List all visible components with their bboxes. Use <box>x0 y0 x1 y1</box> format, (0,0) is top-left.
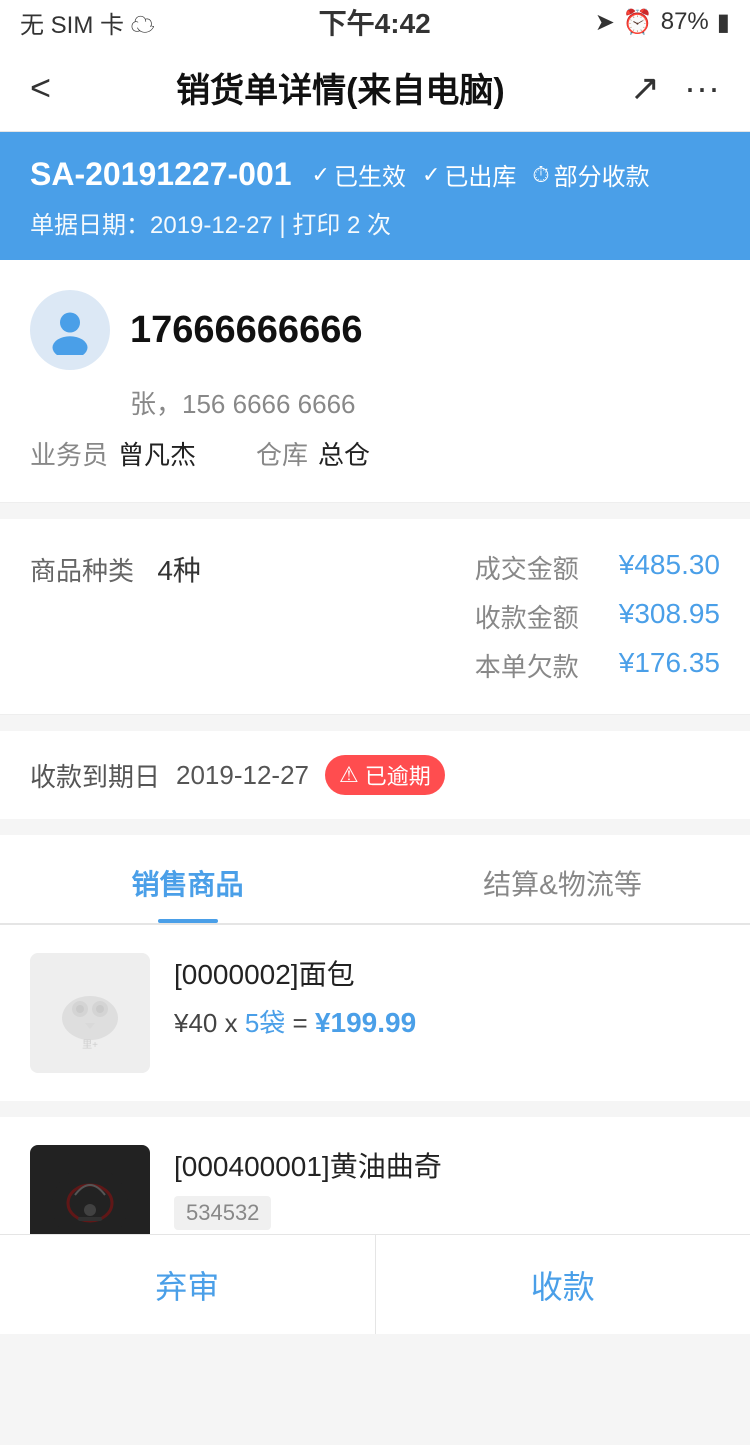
location-icon: ➤ <box>595 8 615 37</box>
category-info: 商品种类 4种 <box>30 549 201 589</box>
customer-top: 17666666666 <box>30 290 720 370</box>
warehouse-detail: 仓库 总仓 <box>256 435 370 472</box>
product-total-1: ¥199.99 <box>315 1007 416 1038</box>
customer-section: 17666666666 张，156 6666 6666 业务员 曾凡杰 仓库 总… <box>0 260 750 503</box>
salesperson-label: 业务员 <box>30 435 108 472</box>
received-value: ¥308.95 <box>619 598 720 635</box>
alarm-icon: ⏰ <box>623 8 653 37</box>
product-name-2: [000400001]黄油曲奇 <box>174 1145 720 1185</box>
more-button[interactable]: ··· <box>684 67 720 109</box>
warehouse-label: 仓库 <box>256 435 308 472</box>
owed-value: ¥176.35 <box>619 647 720 684</box>
status-time: 下午4:42 <box>319 2 431 42</box>
check-icon-shipped: ✓ <box>422 162 440 188</box>
due-label: 收款到期日 <box>30 757 160 794</box>
check-icon-active: ✓ <box>312 162 330 188</box>
amount-owed: 本单欠款 ¥176.35 <box>475 647 720 684</box>
page-title: 销货单详情(来自电脑) <box>176 63 505 112</box>
signal-text: 无 SIM 卡 ☁ <box>20 5 155 40</box>
order-meta: 单据日期：2019-12-27 | 打印 2 次 <box>30 205 720 240</box>
nav-bar: < 销货单详情(来自电脑) ↗ ··· <box>0 44 750 132</box>
due-section: 收款到期日 2019-12-27 ⚠ 已逾期 <box>0 731 750 819</box>
product-sku-2: 534532 <box>174 1196 271 1230</box>
tabs-section: 销售商品 结算&物流等 <box>0 835 750 925</box>
product-thumb-1: 里+ <box>30 953 150 1073</box>
battery-text: 87% <box>661 8 709 36</box>
salesperson-detail: 业务员 曾凡杰 <box>30 435 196 472</box>
amounts-block: 成交金额 ¥485.30 收款金额 ¥308.95 本单欠款 ¥176.35 <box>475 549 720 684</box>
back-button[interactable]: < <box>30 67 51 109</box>
abandon-review-button[interactable]: 弃审 <box>0 1235 376 1334</box>
tabs: 销售商品 结算&物流等 <box>0 835 750 923</box>
received-label: 收款金额 <box>475 598 579 635</box>
nav-actions: ↗ ··· <box>630 67 720 109</box>
avatar <box>30 290 110 370</box>
order-header: SA-20191227-001 ✓ 已生效 ✓ 已出库 ⏱ 部分收款 单据日期：… <box>0 132 750 260</box>
product-info-1: [0000002]面包 ¥40 x 5袋 = ¥199.99 <box>174 953 720 1040</box>
status-left: 无 SIM 卡 ☁ <box>20 5 155 40</box>
owed-label: 本单欠款 <box>475 647 579 684</box>
due-date: 2019-12-27 <box>176 760 309 791</box>
overdue-badge: ⚠ 已逾期 <box>325 755 445 795</box>
customer-details: 业务员 曾凡杰 仓库 总仓 <box>30 435 720 472</box>
customer-phone: 17666666666 <box>130 309 362 352</box>
deal-label: 成交金额 <box>475 549 579 586</box>
product-name-1: [0000002]面包 <box>174 953 720 993</box>
bottom-bar: 弃审 收款 <box>0 1234 750 1334</box>
product-price-1: ¥40 x 5袋 = ¥199.99 <box>174 1003 720 1040</box>
badge-active: ✓ 已生效 <box>312 157 406 192</box>
overdue-text: 已逾期 <box>365 759 431 791</box>
category-count: 4种 <box>157 555 201 586</box>
summary-row: 商品种类 4种 成交金额 ¥485.30 收款金额 ¥308.95 本单欠款 ¥… <box>30 549 720 684</box>
status-bar: 无 SIM 卡 ☁ 下午4:42 ➤ ⏰ 87% ▮ <box>0 0 750 44</box>
category-label: 商品种类 <box>30 556 134 586</box>
deal-value: ¥485.30 <box>619 549 720 586</box>
collect-payment-button[interactable]: 收款 <box>376 1235 750 1334</box>
product-qty-1: 5袋 <box>245 1008 285 1038</box>
status-badges: ✓ 已生效 ✓ 已出库 ⏱ 部分收款 <box>312 157 650 192</box>
overdue-icon: ⚠ <box>339 762 359 788</box>
summary-section: 商品种类 4种 成交金额 ¥485.30 收款金额 ¥308.95 本单欠款 ¥… <box>0 519 750 715</box>
amount-deal: 成交金额 ¥485.30 <box>475 549 720 586</box>
product-item: 里+ [0000002]面包 ¥40 x 5袋 = ¥199.99 <box>0 925 750 1101</box>
salesperson-value: 曾凡杰 <box>118 435 196 472</box>
svg-text:里+: 里+ <box>82 1039 98 1051</box>
warehouse-value: 总仓 <box>318 435 370 472</box>
clock-icon: ⏱ <box>532 162 549 188</box>
tab-settlement[interactable]: 结算&物流等 <box>375 835 750 923</box>
customer-sub: 张，156 6666 6666 <box>30 384 720 421</box>
badge-shipped: ✓ 已出库 <box>422 157 516 192</box>
share-button[interactable]: ↗ <box>630 67 660 109</box>
order-id: SA-20191227-001 <box>30 156 292 193</box>
amount-received: 收款金额 ¥308.95 <box>475 598 720 635</box>
tab-products[interactable]: 销售商品 <box>0 835 375 923</box>
badge-partial: ⏱ 部分收款 <box>532 157 649 192</box>
battery-icon: ▮ <box>717 8 730 37</box>
status-right: ➤ ⏰ 87% ▮ <box>595 8 730 37</box>
bottom-spacer <box>0 1325 750 1445</box>
